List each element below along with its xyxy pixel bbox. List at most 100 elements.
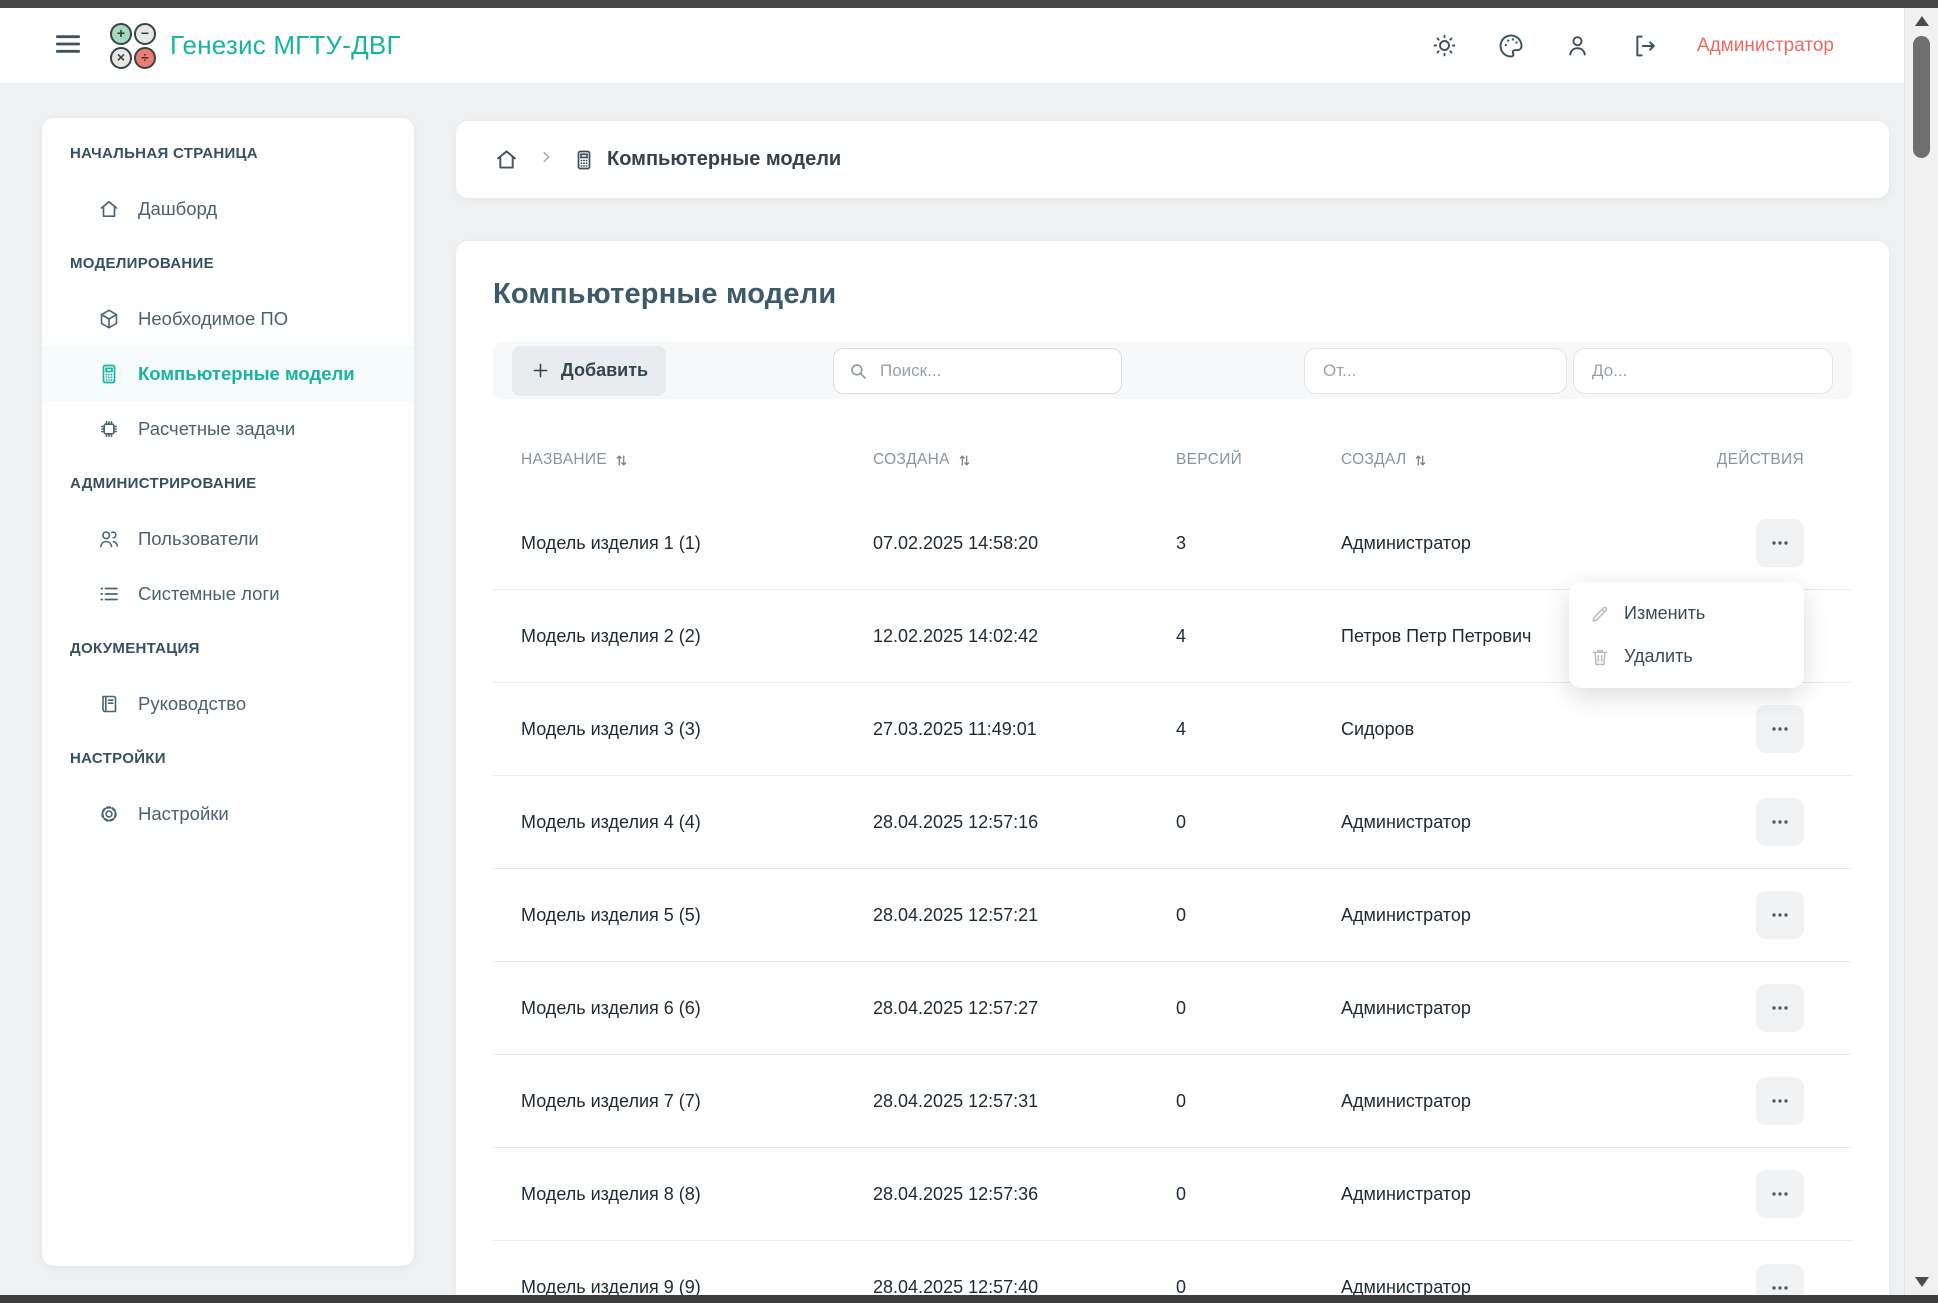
table-row: Модель изделия 5 (5) 28.04.2025 12:57:21…	[493, 869, 1852, 962]
trash-icon	[1589, 646, 1611, 668]
gear-icon	[97, 802, 121, 826]
page-scrollbar[interactable]	[1904, 8, 1938, 1295]
column-header[interactable]: НАЗВАНИЕ	[521, 451, 873, 470]
cell-creator: Администратор	[1341, 811, 1471, 832]
cell-versions: 0	[1176, 1090, 1187, 1111]
breadcrumb: Компьютерные модели	[456, 121, 1889, 198]
sidebar: НАЧАЛЬНАЯ СТРАНИЦА Дашборд МОДЕЛИРОВАНИЕ…	[42, 118, 414, 1266]
pencil-icon	[1589, 603, 1611, 625]
sun-icon[interactable]	[1431, 32, 1458, 59]
cell-created: 28.04.2025 12:57:16	[873, 811, 1039, 832]
sidebar-item-settings[interactable]: Настройки	[42, 786, 414, 841]
user-role-label[interactable]: Администратор	[1697, 35, 1834, 57]
cell-created: 28.04.2025 12:57:27	[873, 997, 1039, 1018]
sidebar-section-label: ДОКУМЕНТАЦИЯ	[70, 640, 200, 657]
search-icon	[847, 360, 869, 382]
row-actions-button[interactable]	[1756, 519, 1804, 567]
scroll-up-arrow-icon[interactable]	[1915, 16, 1929, 26]
sidebar-item-label: Пользователи	[138, 527, 259, 549]
sidebar-item-required-software[interactable]: Необходимое ПО	[42, 291, 414, 346]
cell-versions: 0	[1176, 997, 1187, 1018]
cell-creator: Сидоров	[1341, 718, 1415, 739]
row-actions-button[interactable]	[1756, 891, 1804, 939]
sidebar-item-label: Системные логи	[138, 582, 280, 604]
column-header-label: ДЕЙСТВИЯ	[1716, 451, 1804, 468]
ellipsis-icon	[1768, 996, 1792, 1020]
sidebar-item-label: Расчетные задачи	[138, 417, 296, 439]
cell-created: 28.04.2025 12:57:36	[873, 1183, 1039, 1204]
row-actions-button[interactable]	[1756, 984, 1804, 1032]
cell-name: Модель изделия 1 (1)	[521, 532, 701, 553]
home-icon[interactable]	[493, 146, 520, 173]
cell-name: Модель изделия 7 (7)	[521, 1090, 701, 1111]
cell-creator: Администратор	[1341, 1090, 1471, 1111]
cell-created: 07.02.2025 14:58:20	[873, 532, 1039, 553]
chip-icon	[97, 417, 121, 441]
sidebar-item-label: Настройки	[138, 802, 229, 824]
cell-versions: 0	[1176, 1183, 1187, 1204]
toolbar: Добавить	[493, 342, 1852, 399]
cell-versions: 0	[1176, 811, 1187, 832]
sidebar-item-label: Необходимое ПО	[138, 307, 289, 329]
scroll-down-arrow-icon[interactable]	[1915, 1277, 1929, 1287]
sidebar-item-system-logs[interactable]: Системные логи	[42, 566, 414, 621]
calculator-icon	[97, 362, 121, 386]
models-table: НАЗВАНИЕ СОЗДАНА ВЕРСИЙ СОЗДАЛ ДЕЙСТВИЯ …	[493, 423, 1852, 1303]
logout-icon[interactable]	[1630, 32, 1658, 60]
page-title: Компьютерные модели	[493, 278, 837, 310]
window-bottom-edge	[0, 1295, 1938, 1303]
cell-creator: Администратор	[1341, 1183, 1471, 1204]
book-icon	[97, 692, 121, 716]
context-menu-item-label: Удалить	[1624, 646, 1693, 666]
home-icon	[97, 197, 121, 221]
sidebar-item-dashboard[interactable]: Дашборд	[42, 181, 414, 236]
person-icon[interactable]	[1564, 32, 1591, 59]
cell-versions: 4	[1176, 625, 1187, 646]
sidebar-section-label: МОДЕЛИРОВАНИЕ	[70, 255, 214, 272]
column-header-label: ВЕРСИЙ	[1176, 451, 1243, 468]
sidebar-item-label: Компьютерные модели	[138, 362, 355, 384]
add-button[interactable]: Добавить	[512, 345, 666, 396]
sidebar-item-manual[interactable]: Руководство	[42, 676, 414, 731]
cell-creator: Администратор	[1341, 997, 1471, 1018]
search-input[interactable]	[833, 347, 1122, 394]
context-menu-edit[interactable]: Изменить	[1569, 592, 1804, 635]
cube-icon	[97, 307, 121, 331]
menu-icon[interactable]	[52, 28, 84, 63]
sidebar-item-calculation-tasks[interactable]: Расчетные задачи	[42, 401, 414, 456]
column-header[interactable]: СОЗДАЛ	[1341, 451, 1694, 470]
palette-icon[interactable]	[1497, 32, 1525, 60]
cell-versions: 0	[1176, 904, 1187, 925]
list-icon	[97, 582, 121, 606]
context-menu-delete[interactable]: Удалить	[1569, 635, 1804, 678]
content-card: Компьютерные модели Добавить НАЗВАНИЕ СО…	[456, 241, 1889, 1303]
logo-multiply-icon: ×	[110, 46, 132, 69]
cell-created: 27.03.2025 11:49:01	[873, 718, 1037, 739]
column-header[interactable]: СОЗДАНА	[873, 451, 1176, 470]
row-actions-button[interactable]	[1756, 1077, 1804, 1125]
logo-divide-icon: ÷	[134, 46, 156, 69]
row-actions-button[interactable]	[1756, 798, 1804, 846]
breadcrumb-current: Компьютерные модели	[572, 148, 841, 172]
row-actions-button[interactable]	[1756, 1170, 1804, 1218]
row-actions-button[interactable]	[1756, 705, 1804, 753]
column-header-label: СОЗДАЛ	[1341, 451, 1407, 468]
scrollbar-thumb[interactable]	[1913, 36, 1930, 158]
sidebar-section-label: НАЧАЛЬНАЯ СТРАНИЦА	[70, 145, 258, 162]
sort-icon	[1411, 451, 1430, 470]
date-to-input[interactable]	[1573, 347, 1833, 394]
cell-creator: Администратор	[1341, 904, 1471, 925]
ellipsis-icon	[1768, 810, 1792, 834]
sidebar-item-users[interactable]: Пользователи	[42, 511, 414, 566]
cell-creator: Администратор	[1341, 532, 1471, 553]
table-row: Модель изделия 1 (1) 07.02.2025 14:58:20…	[493, 497, 1852, 590]
date-from-input[interactable]	[1304, 347, 1567, 394]
ellipsis-icon	[1768, 717, 1792, 741]
sidebar-section-label: НАСТРОЙКИ	[70, 750, 166, 767]
ellipsis-icon	[1768, 1089, 1792, 1113]
cell-created: 12.02.2025 14:02:42	[873, 625, 1039, 646]
cell-created: 28.04.2025 12:57:21	[873, 904, 1039, 925]
sidebar-item-computer-models[interactable]: Компьютерные модели	[42, 346, 414, 401]
cell-name: Модель изделия 3 (3)	[521, 718, 701, 739]
ellipsis-icon	[1768, 1182, 1792, 1206]
